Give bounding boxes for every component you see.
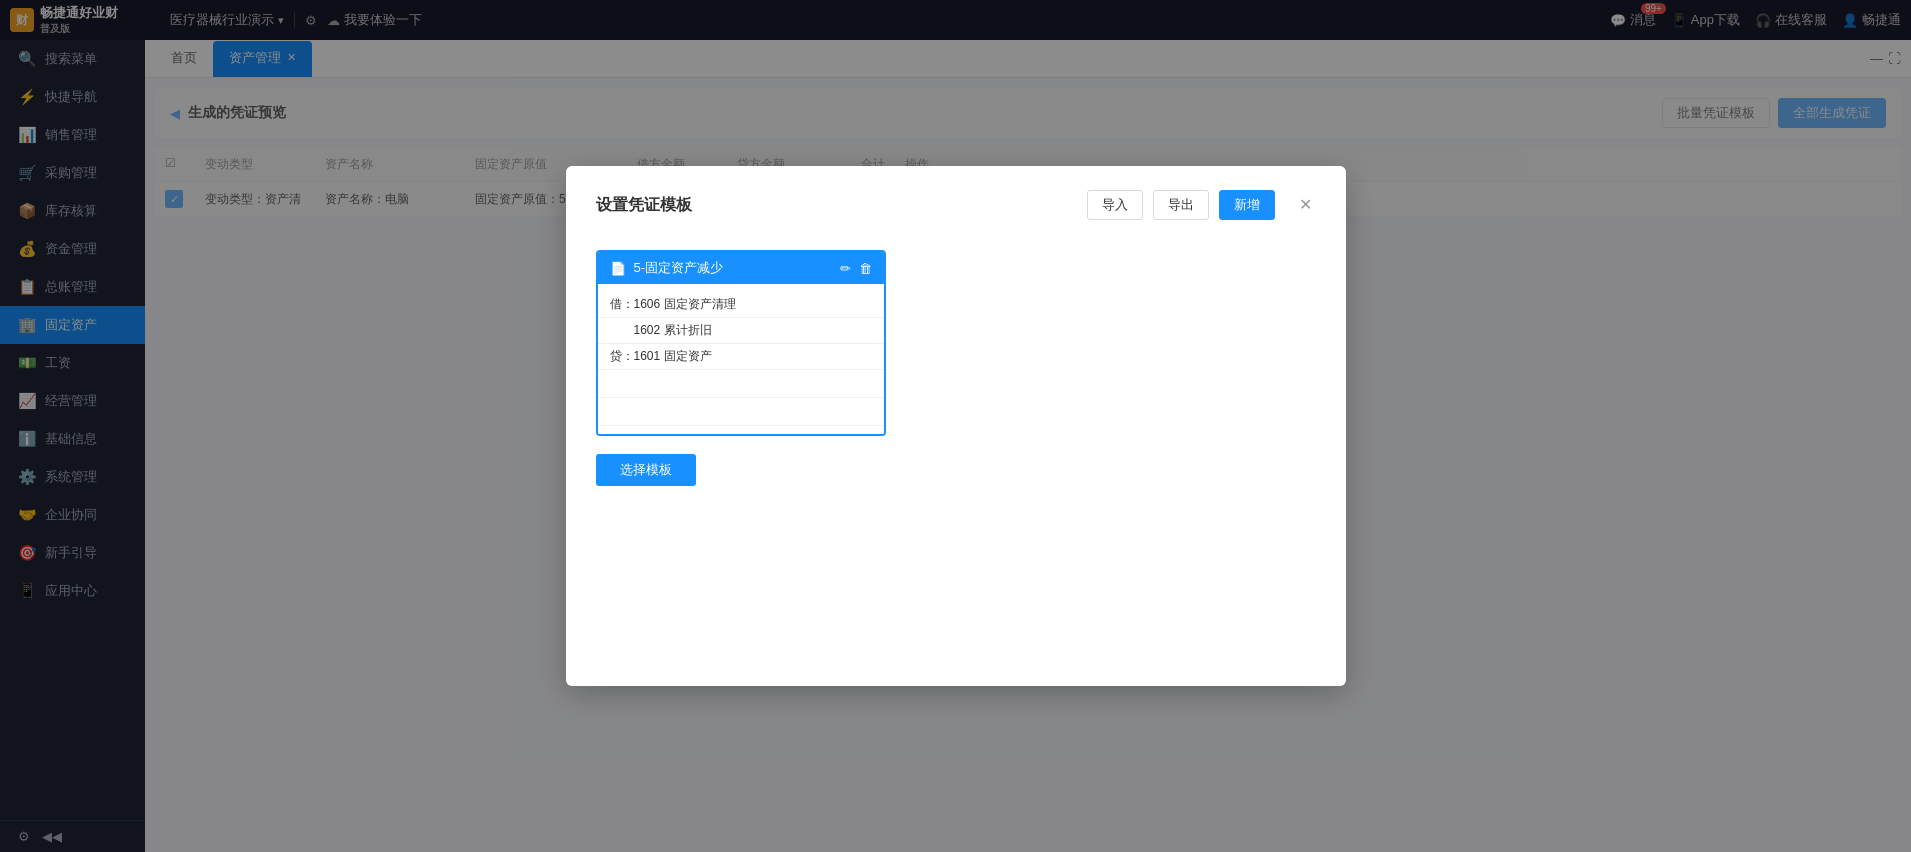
debit-col3-2 xyxy=(830,322,886,339)
debit-col2-2 xyxy=(770,322,830,339)
modal-close-btn[interactable]: ✕ xyxy=(1295,193,1316,217)
credit-label-1: 贷：1601 固定资产 xyxy=(610,348,770,365)
template-debit-row-2: 1602 累计折旧 xyxy=(598,318,884,344)
modal-overlay: 设置凭证模板 导入 导出 新增 ✕ 📄 5-固定资产减少 xyxy=(0,0,1911,852)
template-credit-row-1: 贷：1601 固定资产 xyxy=(598,344,884,370)
template-doc-icon: 📄 xyxy=(610,261,626,276)
new-btn[interactable]: 新增 xyxy=(1219,190,1275,220)
select-template-btn[interactable]: 选择模板 xyxy=(596,454,696,486)
modal-title: 设置凭证模板 xyxy=(596,195,692,216)
export-btn[interactable]: 导出 xyxy=(1153,190,1209,220)
debit-col3-1 xyxy=(830,296,886,313)
template-delete-icon[interactable]: 🗑 xyxy=(859,261,872,276)
template-name: 5-固定资产减少 xyxy=(634,259,724,277)
template-card-header: 📄 5-固定资产减少 ✏ 🗑 xyxy=(598,252,884,284)
template-header-actions: ✏ 🗑 xyxy=(840,261,872,276)
debit-label-2: 1602 累计折旧 xyxy=(610,322,770,339)
voucher-template-modal: 设置凭证模板 导入 导出 新增 ✕ 📄 5-固定资产减少 xyxy=(566,166,1346,686)
template-empty-row-2 xyxy=(598,398,884,426)
template-empty-row-1 xyxy=(598,370,884,398)
template-card: 📄 5-固定资产减少 ✏ 🗑 借：1606 固定资产清理 xyxy=(596,250,886,436)
import-btn[interactable]: 导入 xyxy=(1087,190,1143,220)
credit-col2-1 xyxy=(770,348,830,365)
modal-body: 📄 5-固定资产减少 ✏ 🗑 借：1606 固定资产清理 xyxy=(596,240,1316,486)
template-card-body: 借：1606 固定资产清理 1602 累计折旧 贷：1601 固定资产 xyxy=(598,284,884,434)
modal-actions: 导入 导出 新增 xyxy=(1087,190,1275,220)
debit-col2-1 xyxy=(770,296,830,313)
credit-col3-1 xyxy=(830,348,886,365)
template-edit-icon[interactable]: ✏ xyxy=(840,261,851,276)
template-debit-row-1: 借：1606 固定资产清理 xyxy=(598,292,884,318)
template-header-left: 📄 5-固定资产减少 xyxy=(610,259,724,277)
debit-label-1: 借：1606 固定资产清理 xyxy=(610,296,770,313)
modal-header: 设置凭证模板 导入 导出 新增 ✕ xyxy=(596,190,1316,220)
